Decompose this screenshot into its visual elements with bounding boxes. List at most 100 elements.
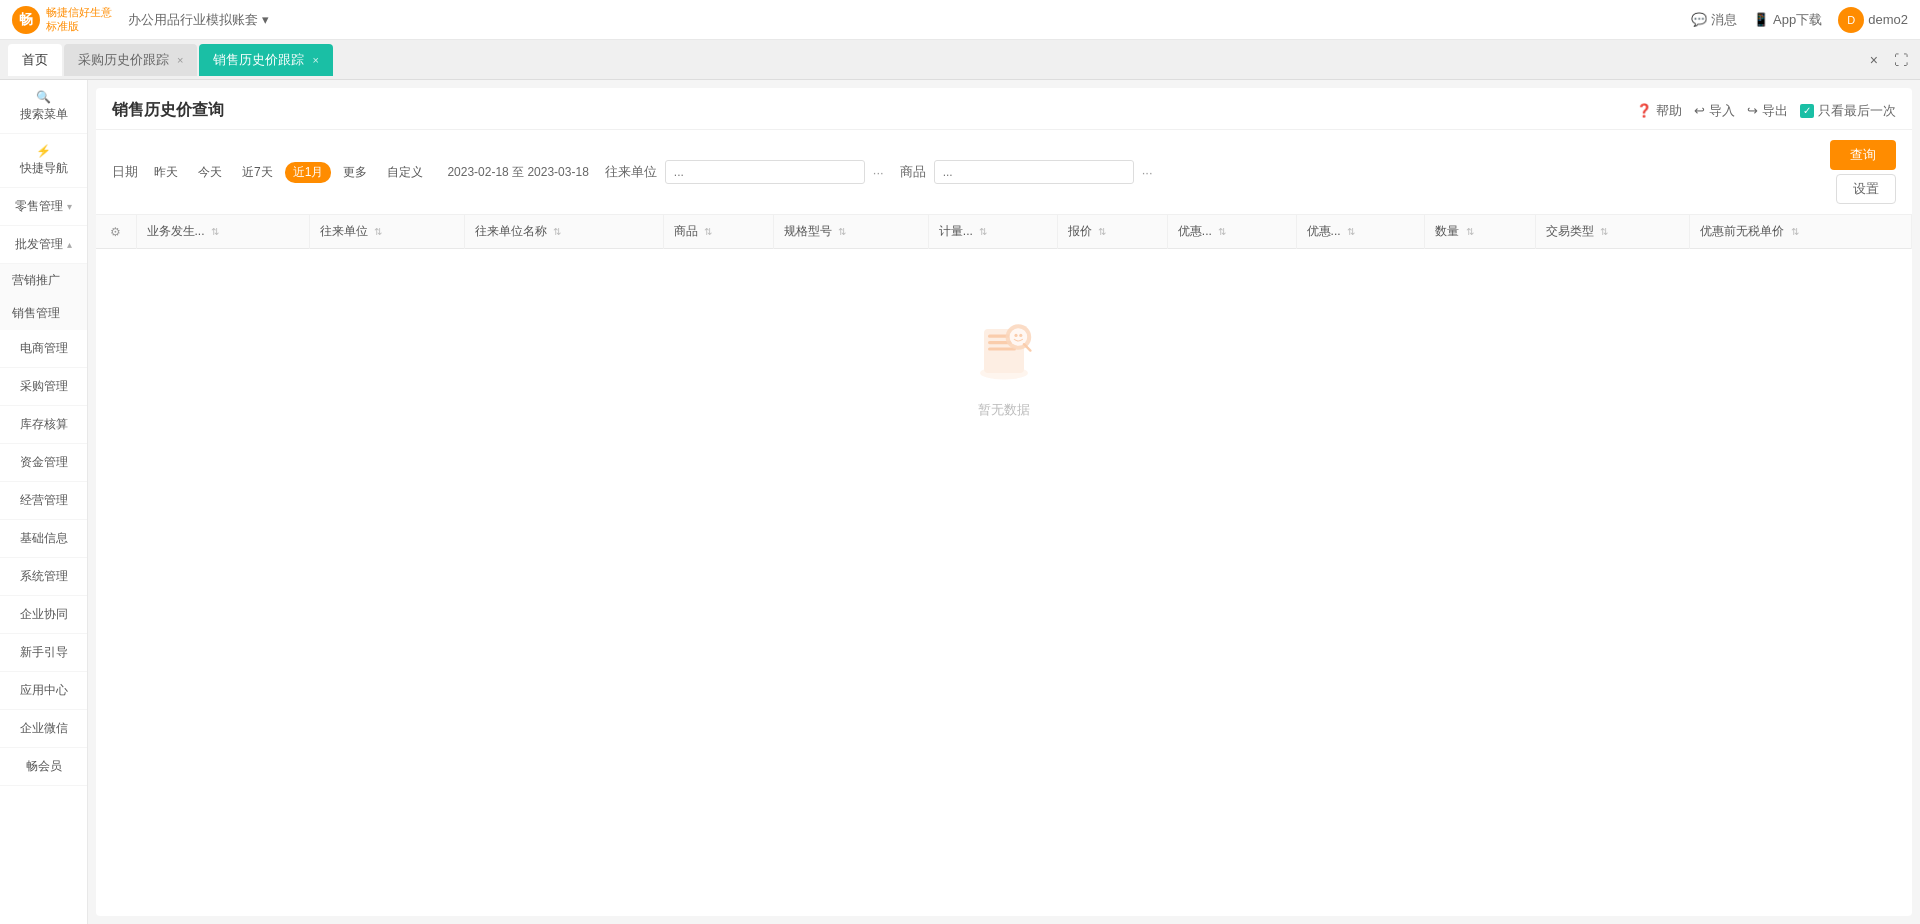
table-col-qty[interactable]: 数量 ⇅: [1425, 215, 1535, 249]
tab-sales-close[interactable]: ×: [312, 54, 318, 66]
sidebar-item-app-center[interactable]: 应用中心: [0, 672, 87, 710]
avatar: D: [1838, 7, 1864, 33]
table-col-biz-date[interactable]: 业务发生... ⇅: [136, 215, 309, 249]
top-header: 畅 畅捷信好生意 标准版 办公用品行业模拟账套 ▾ 💬 消息 📱 App下载 D…: [0, 0, 1920, 40]
sidebar-item-enterprise[interactable]: 企业协同: [0, 596, 87, 634]
date-label: 日期: [112, 163, 138, 181]
tab-sales-history[interactable]: 销售历史价跟踪 ×: [199, 44, 332, 76]
sidebar-item-newbie[interactable]: 新手引导: [0, 634, 87, 672]
date-btn-7days[interactable]: 近7天: [234, 162, 281, 183]
sidebar-item-search[interactable]: 🔍 搜索菜单: [0, 80, 87, 134]
sidebar-item-ecommerce[interactable]: 电商管理: [0, 330, 87, 368]
sidebar-item-operations[interactable]: 经营管理: [0, 482, 87, 520]
filter-row: 日期 昨天 今天 近7天 近1月 更多 自定义 2023-02-18 至 202…: [96, 130, 1912, 215]
sort-icon: ⇅: [1218, 226, 1226, 237]
empty-illustration: [964, 309, 1044, 389]
tab-home-label: 首页: [22, 51, 48, 69]
sidebar-item-finance[interactable]: 资金管理: [0, 444, 87, 482]
sort-icon: ⇅: [1347, 226, 1355, 237]
sidebar-item-sales-mgmt[interactable]: 销售管理: [0, 297, 87, 330]
partner-label: 往来单位: [605, 163, 657, 181]
app-selector[interactable]: 办公用品行业模拟账套 ▾: [120, 7, 277, 33]
product-picker-btn[interactable]: ···: [1142, 165, 1153, 180]
page-title: 销售历史价查询: [112, 100, 224, 121]
sort-icon: ⇅: [211, 226, 219, 237]
export-button[interactable]: ↪ 导出: [1747, 102, 1788, 120]
header-left: 畅 畅捷信好生意 标准版 办公用品行业模拟账套 ▾: [12, 6, 277, 34]
date-btn-1month[interactable]: 近1月: [285, 162, 332, 183]
product-filter-group: 商品 ···: [900, 160, 1153, 184]
table-col-trade-type[interactable]: 交易类型 ⇅: [1535, 215, 1690, 249]
close-all-tabs-button[interactable]: ×: [1866, 48, 1882, 72]
logo-text: 畅捷信好生意 标准版: [46, 6, 112, 32]
table-container: ⚙ 业务发生... ⇅ 往来单位 ⇅ 往来单位名称 ⇅: [96, 215, 1912, 916]
settings-button[interactable]: 设置: [1836, 174, 1896, 204]
user-profile[interactable]: D demo2: [1838, 7, 1908, 33]
sidebar-item-marketing[interactable]: 营销推广: [0, 264, 87, 297]
help-icon: ❓: [1636, 103, 1652, 118]
sidebar-item-basic-info[interactable]: 基础信息: [0, 520, 87, 558]
tab-bar-actions: × ⛶: [1866, 48, 1912, 72]
table-col-unit[interactable]: 计量... ⇅: [928, 215, 1057, 249]
table-col-spec[interactable]: 规格型号 ⇅: [774, 215, 929, 249]
import-icon: ↩: [1694, 103, 1705, 118]
date-btn-more[interactable]: 更多: [335, 162, 375, 183]
table-col-gear[interactable]: ⚙: [96, 215, 136, 249]
sidebar-item-retail[interactable]: 零售管理 ▾: [0, 188, 87, 226]
empty-state: 暂无数据: [96, 249, 1912, 479]
table-col-pre-tax-price[interactable]: 优惠前无税单价 ⇅: [1690, 215, 1912, 249]
table-col-partner-code[interactable]: 往来单位 ⇅: [309, 215, 464, 249]
sidebar: 🔍 搜索菜单 ⚡ 快捷导航 零售管理 ▾ 批发管理 ▴ 营销推广 销售管理 电商…: [0, 80, 88, 924]
tab-purchase-history[interactable]: 采购历史价跟踪 ×: [64, 44, 197, 76]
checkbox-icon: ✓: [1800, 104, 1814, 118]
sort-icon: ⇅: [374, 226, 382, 237]
nav-icon: ⚡: [36, 144, 51, 158]
only-last-checkbox[interactable]: ✓ 只看最后一次: [1800, 102, 1896, 120]
sort-icon: ⇅: [1600, 226, 1608, 237]
sidebar-item-corp-wechat[interactable]: 企业微信: [0, 710, 87, 748]
svg-point-8: [1014, 334, 1017, 337]
partner-picker-btn[interactable]: ···: [873, 165, 884, 180]
table-col-quoted-price[interactable]: 报价 ⇅: [1057, 215, 1167, 249]
help-button[interactable]: ❓ 帮助: [1636, 102, 1682, 120]
sort-icon: ⇅: [1098, 226, 1106, 237]
phone-icon: 📱: [1753, 12, 1769, 27]
logo-icon: 畅: [12, 6, 40, 34]
table-col-discount1[interactable]: 优惠... ⇅: [1167, 215, 1296, 249]
sidebar-item-system[interactable]: 系统管理: [0, 558, 87, 596]
table-col-discount2[interactable]: 优惠... ⇅: [1296, 215, 1425, 249]
logo-area: 畅 畅捷信好生意 标准版: [12, 6, 112, 34]
tab-home[interactable]: 首页: [8, 44, 62, 76]
sidebar-item-wholesale[interactable]: 批发管理 ▴: [0, 226, 87, 264]
product-input[interactable]: [934, 160, 1134, 184]
page-header-actions: ❓ 帮助 ↩ 导入 ↪ 导出 ✓ 只看最后一次: [1636, 102, 1896, 120]
product-label: 商品: [900, 163, 926, 181]
date-btn-custom[interactable]: 自定义: [379, 162, 431, 183]
app-download-action[interactable]: 📱 App下载: [1753, 11, 1822, 29]
date-btn-yesterday[interactable]: 昨天: [146, 162, 186, 183]
empty-text: 暂无数据: [978, 401, 1030, 419]
sidebar-item-inventory[interactable]: 库存核算: [0, 406, 87, 444]
chevron-down-icon: ▾: [67, 201, 72, 212]
table-col-partner-name[interactable]: 往来单位名称 ⇅: [464, 215, 663, 249]
date-btn-today[interactable]: 今天: [190, 162, 230, 183]
content-area: 销售历史价查询 ❓ 帮助 ↩ 导入 ↪ 导出 ✓: [88, 80, 1920, 924]
message-action[interactable]: 💬 消息: [1691, 11, 1737, 29]
sort-icon: ⇅: [553, 226, 561, 237]
sidebar-item-member[interactable]: 畅会员: [0, 748, 87, 786]
sort-icon: ⇅: [704, 226, 712, 237]
date-options: 昨天 今天 近7天 近1月 更多 自定义: [146, 162, 431, 183]
search-icon: 🔍: [36, 90, 51, 104]
table-col-product[interactable]: 商品 ⇅: [663, 215, 773, 249]
tab-bar: 首页 采购历史价跟踪 × 销售历史价跟踪 × × ⛶: [0, 40, 1920, 80]
fullscreen-button[interactable]: ⛶: [1890, 48, 1912, 72]
sidebar-item-purchase[interactable]: 采购管理: [0, 368, 87, 406]
date-filter-group: 日期 昨天 今天 近7天 近1月 更多 自定义 2023-02-18 至 202…: [112, 162, 589, 183]
query-button[interactable]: 查询: [1830, 140, 1896, 170]
main-layout: 🔍 搜索菜单 ⚡ 快捷导航 零售管理 ▾ 批发管理 ▴ 营销推广 销售管理 电商…: [0, 80, 1920, 924]
import-button[interactable]: ↩ 导入: [1694, 102, 1735, 120]
partner-input[interactable]: [665, 160, 865, 184]
sidebar-item-quick-nav[interactable]: ⚡ 快捷导航: [0, 134, 87, 188]
tab-purchase-close[interactable]: ×: [177, 54, 183, 66]
message-icon: 💬: [1691, 12, 1707, 27]
